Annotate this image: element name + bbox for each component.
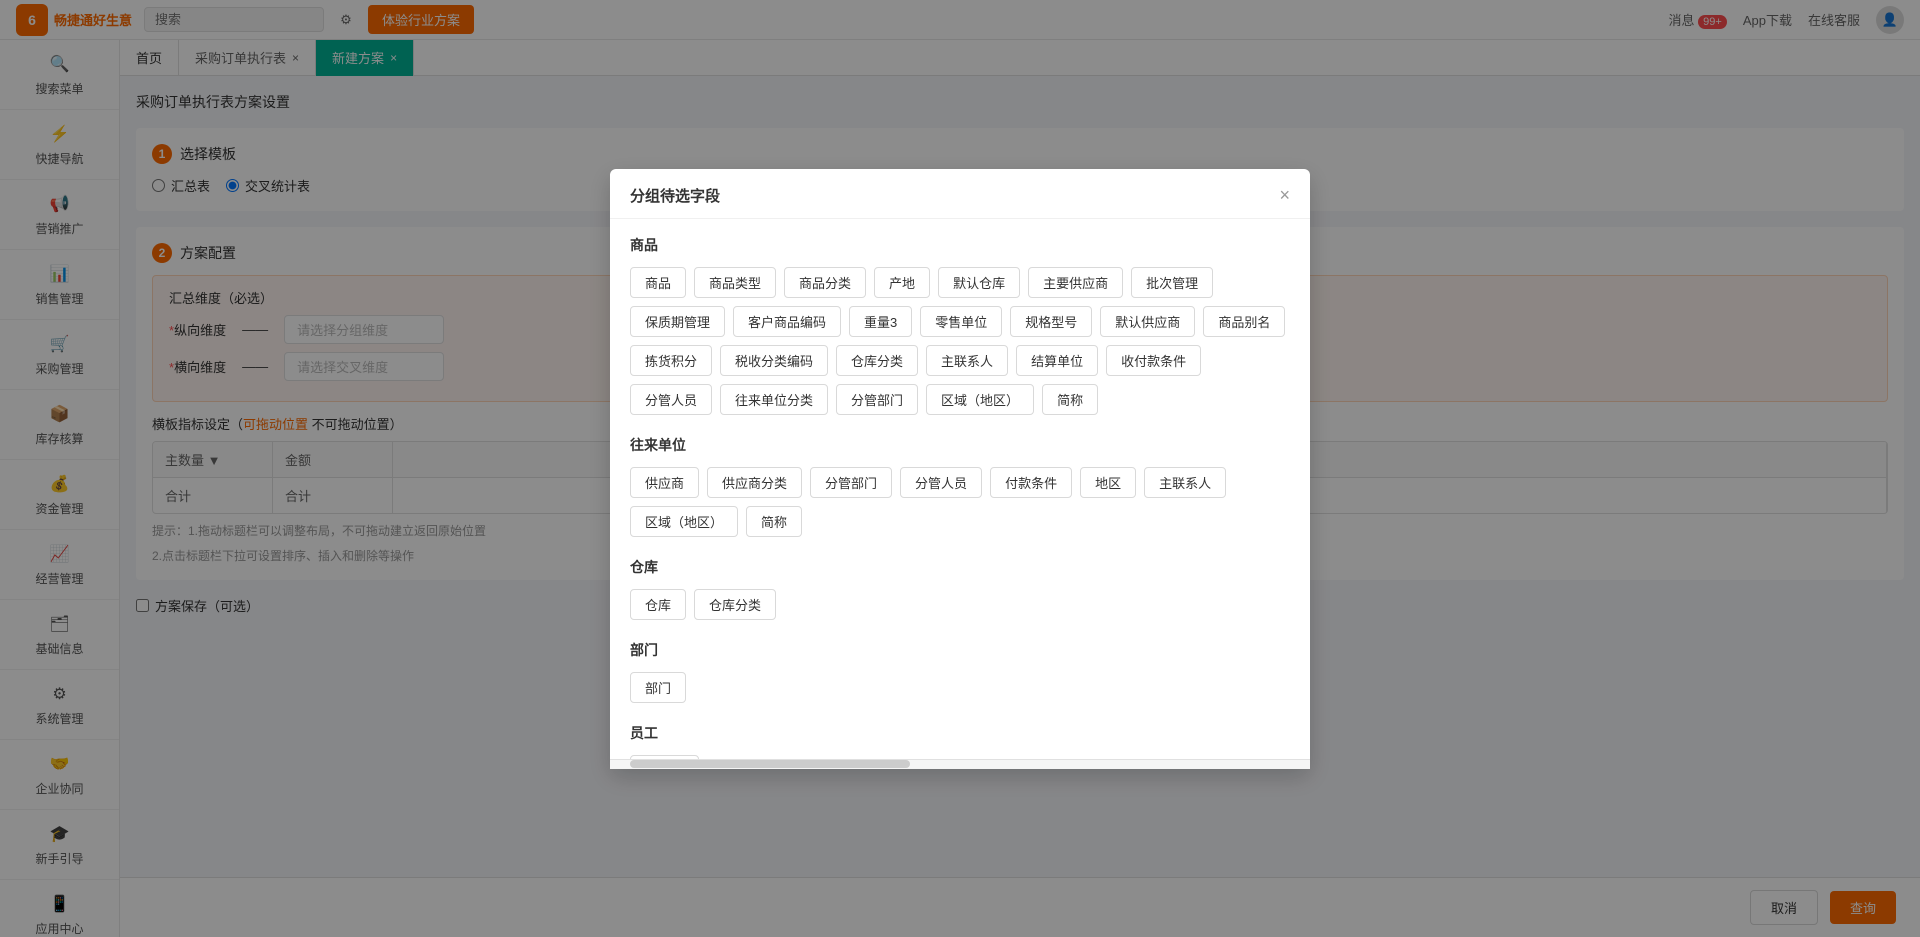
modal-section-title-department: 部门: [630, 640, 1290, 660]
modal-overlay: 分组待选字段 × 商品商品商品类型商品分类产地默认仓库主要供应商批次管理保质期管…: [0, 0, 1920, 937]
field-tag-供应商分类[interactable]: 供应商分类: [707, 467, 802, 498]
field-tag-拣货积分[interactable]: 拣货积分: [630, 345, 712, 376]
field-tag-部门[interactable]: 部门: [630, 672, 686, 703]
field-tag-地区[interactable]: 地区: [1080, 467, 1136, 498]
field-tag-默认仓库[interactable]: 默认仓库: [938, 267, 1020, 298]
field-tag-规格型号[interactable]: 规格型号: [1010, 306, 1092, 337]
field-tag-税收分类编码[interactable]: 税收分类编码: [720, 345, 828, 376]
modal-title: 分组待选字段: [630, 185, 720, 206]
field-tag-主要供应商[interactable]: 主要供应商: [1028, 267, 1123, 298]
modal-tags-department: 部门: [630, 672, 1290, 703]
modal-tags-product: 商品商品类型商品分类产地默认仓库主要供应商批次管理保质期管理客户商品编码重量3 零…: [630, 267, 1290, 415]
modal-tags-partner: 供应商供应商分类分管部门分管人员付款条件地区主联系人区域（地区） 简称: [630, 467, 1290, 537]
field-tag-主联系人[interactable]: 主联系人: [926, 345, 1008, 376]
field-tag-供应商[interactable]: 供应商: [630, 467, 699, 498]
scroll-thumb[interactable]: [630, 760, 910, 768]
field-tag-商品别名[interactable]: 商品别名: [1203, 306, 1285, 337]
modal-scroll-bar[interactable]: [610, 759, 1310, 768]
field-tag-区域（地区）[interactable]: 区域（地区）: [926, 384, 1034, 415]
modal-header: 分组待选字段 ×: [610, 169, 1310, 219]
field-tag-结算单位[interactable]: 结算单位: [1016, 345, 1098, 376]
field-tag-分管部门[interactable]: 分管部门: [836, 384, 918, 415]
modal-section-product: 商品商品商品类型商品分类产地默认仓库主要供应商批次管理保质期管理客户商品编码重量…: [630, 235, 1290, 415]
field-tag-分管部门[interactable]: 分管部门: [810, 467, 892, 498]
modal-section-partner: 往来单位供应商供应商分类分管部门分管人员付款条件地区主联系人区域（地区） 简称: [630, 435, 1290, 537]
field-tag-商品分类[interactable]: 商品分类: [784, 267, 866, 298]
field-tag-商品[interactable]: 商品: [630, 267, 686, 298]
field-tag-往来单位分类[interactable]: 往来单位分类: [720, 384, 828, 415]
modal-section-department: 部门部门: [630, 640, 1290, 703]
field-tag-重量3[interactable]: 重量3: [849, 306, 912, 337]
modal-section-title-partner: 往来单位: [630, 435, 1290, 455]
modal-body: 商品商品商品类型商品分类产地默认仓库主要供应商批次管理保质期管理客户商品编码重量…: [610, 219, 1310, 760]
modal-section-title-product: 商品: [630, 235, 1290, 255]
field-tag-零售单位[interactable]: 零售单位: [920, 306, 1002, 337]
field-tag-分管人员[interactable]: 分管人员: [900, 467, 982, 498]
field-tag-收付款条件[interactable]: 收付款条件: [1106, 345, 1201, 376]
field-tag-客户商品编码[interactable]: 客户商品编码: [733, 306, 841, 337]
field-tag-仓库分类[interactable]: 仓库分类: [694, 589, 776, 620]
field-tag-区域（地区）[interactable]: 区域（地区）: [630, 506, 738, 537]
field-tag-产地[interactable]: 产地: [874, 267, 930, 298]
modal: 分组待选字段 × 商品商品商品类型商品分类产地默认仓库主要供应商批次管理保质期管…: [610, 169, 1310, 769]
field-tag-仓库[interactable]: 仓库: [630, 589, 686, 620]
modal-close-button[interactable]: ×: [1279, 185, 1290, 206]
modal-section-employee: 员工业务员: [630, 723, 1290, 760]
field-tag-简称[interactable]: 简称: [746, 506, 802, 537]
field-tag-保质期管理[interactable]: 保质期管理: [630, 306, 725, 337]
field-tag-批次管理[interactable]: 批次管理: [1131, 267, 1213, 298]
field-tag-简称[interactable]: 简称: [1042, 384, 1098, 415]
modal-section-title-employee: 员工: [630, 723, 1290, 743]
field-tag-主联系人[interactable]: 主联系人: [1144, 467, 1226, 498]
modal-section-warehouse: 仓库仓库仓库分类: [630, 557, 1290, 620]
modal-tags-warehouse: 仓库仓库分类: [630, 589, 1290, 620]
field-tag-仓库分类[interactable]: 仓库分类: [836, 345, 918, 376]
field-tag-分管人员[interactable]: 分管人员: [630, 384, 712, 415]
field-tag-商品类型[interactable]: 商品类型: [694, 267, 776, 298]
field-tag-付款条件[interactable]: 付款条件: [990, 467, 1072, 498]
field-tag-默认供应商[interactable]: 默认供应商: [1100, 306, 1195, 337]
modal-section-title-warehouse: 仓库: [630, 557, 1290, 577]
